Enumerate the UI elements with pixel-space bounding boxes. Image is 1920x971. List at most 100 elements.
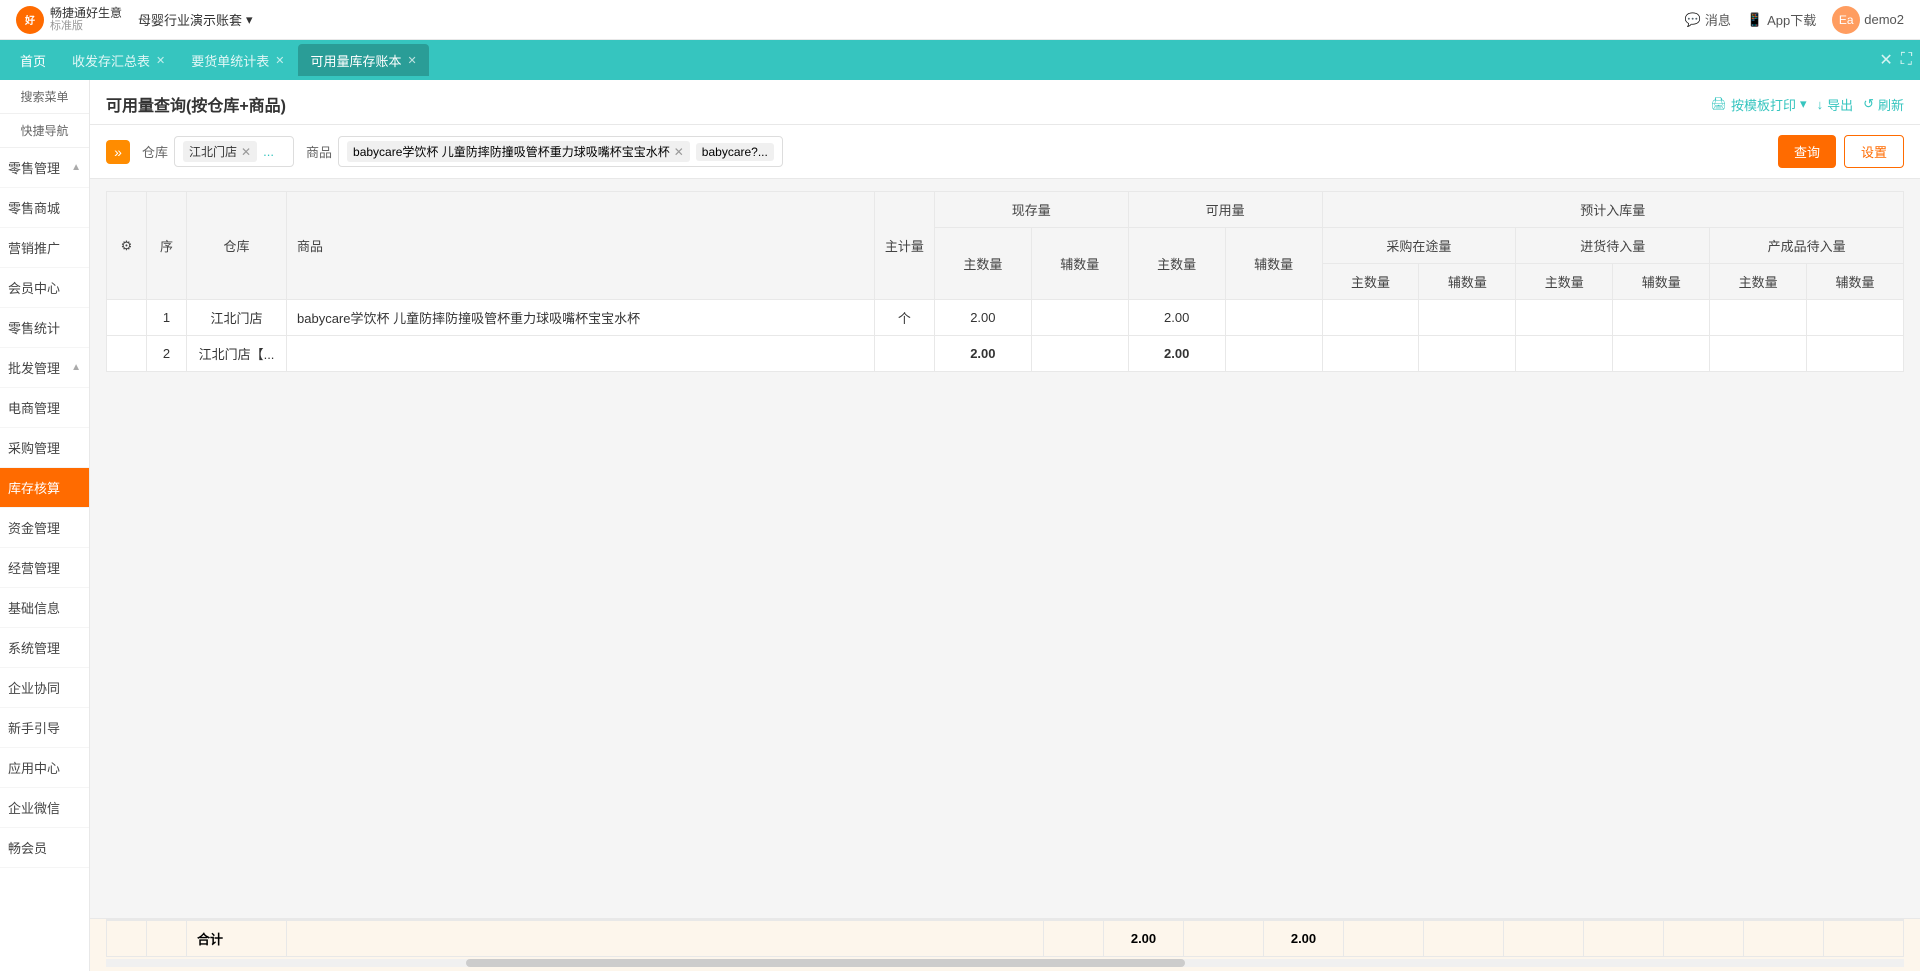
cell-unit: 个 <box>874 300 934 336</box>
horizontal-scrollbar[interactable] <box>106 959 1904 967</box>
cell-pt-main <box>1322 336 1419 372</box>
th-pp-aux: 辅数量 <box>1613 264 1710 300</box>
print-button[interactable]: 🖨 按模板打印 ▾ <box>1711 95 1807 114</box>
cell-avail-main: 2.00 <box>1128 300 1225 336</box>
summary-row: 合计 2.00 2.00 <box>107 920 1904 957</box>
remove-product-tag-1[interactable]: ✕ <box>674 145 684 159</box>
sidebar-item-retail-stats[interactable]: 零售统计 <box>0 308 89 348</box>
filter-expand-button[interactable]: » <box>106 140 130 164</box>
cell-settings <box>107 300 147 336</box>
cell-prod-aux <box>1807 336 1904 372</box>
th-available: 可用量 <box>1128 192 1322 228</box>
export-button[interactable]: ↓ 导出 <box>1817 95 1854 114</box>
close-all-tabs-icon[interactable]: ✕ <box>1879 50 1892 70</box>
messages-button[interactable]: 💬 消息 <box>1685 10 1731 29</box>
cell-prod-main <box>1710 300 1807 336</box>
sidebar-item-enterprise-wechat[interactable]: 企业微信 <box>0 788 89 828</box>
sidebar-item-operations[interactable]: 经营管理 <box>0 548 89 588</box>
maximize-icon[interactable]: ⛶ <box>1901 51 1912 69</box>
th-planned-inbound: 预计入库量 <box>1322 192 1903 228</box>
th-purchase-pending: 进货待入量 <box>1516 228 1710 264</box>
download-icon: 📱 <box>1747 12 1763 28</box>
tab-close-available[interactable]: ✕ <box>408 54 417 67</box>
th-pt-main: 主数量 <box>1322 264 1419 300</box>
sidebar-item-purchase[interactable]: 采购管理 <box>0 428 89 468</box>
sidebar-item-inventory[interactable]: 库存核算 <box>0 468 89 508</box>
tab-home[interactable]: 首页 <box>8 44 58 76</box>
expand-icon: ▲ <box>71 362 81 373</box>
summary-product-empty <box>287 920 1044 957</box>
sidebar-item-retail-shop[interactable]: 零售商城 <box>0 188 89 228</box>
sidebar-item-retail-mgmt[interactable]: 零售管理 ▲ <box>0 148 89 188</box>
summary-prod-main <box>1744 920 1824 957</box>
sidebar-item-wholesale[interactable]: 批发管理 ▲ <box>0 348 89 388</box>
th-settings[interactable]: ⚙ <box>107 192 147 300</box>
table-row: 1 江北门店 babycare学饮杯 儿童防摔防撞吸管杯重力球吸嘴杯宝宝水杯 个… <box>107 300 1904 336</box>
cell-product <box>287 336 875 372</box>
tab-order-stats[interactable]: 要货单统计表 ✕ <box>179 44 296 76</box>
tab-receipt-summary[interactable]: 收发存汇总表 ✕ <box>60 44 177 76</box>
cell-stock-main: 2.00 <box>934 336 1031 372</box>
query-button[interactable]: 查询 <box>1778 135 1836 168</box>
sidebar-item-new-guide[interactable]: 新手引导 <box>0 708 89 748</box>
cell-avail-aux <box>1225 336 1322 372</box>
tab-close-order[interactable]: ✕ <box>275 54 284 67</box>
expand-icon: ▲ <box>71 162 81 173</box>
cell-avail-main: 2.00 <box>1128 336 1225 372</box>
cell-pt-aux <box>1419 300 1516 336</box>
settings-button[interactable]: 设置 <box>1844 135 1904 168</box>
cell-warehouse: 江北门店 <box>187 300 287 336</box>
tab-available-stock[interactable]: 可用量库存账本 ✕ <box>298 44 428 76</box>
table-container: ⚙ 序 仓库 商品 主计量 现存量 可用量 预计入库量 主数量 辅数量 主数量 … <box>90 179 1920 918</box>
filter-actions: 查询 设置 <box>1778 135 1904 168</box>
cell-prod-main <box>1710 336 1807 372</box>
cell-pp-aux <box>1613 300 1710 336</box>
th-no: 序 <box>147 192 187 300</box>
summary-label: 合计 <box>187 920 287 957</box>
sidebar-item-member[interactable]: 会员中心 <box>0 268 89 308</box>
logo-icon: 好 <box>16 6 44 34</box>
sidebar-item-vip[interactable]: 畅会员 <box>0 828 89 868</box>
summary-pt-aux <box>1504 920 1584 957</box>
th-pp-main: 主数量 <box>1516 264 1613 300</box>
refresh-button[interactable]: ↺ 刷新 <box>1863 95 1904 114</box>
summary-pt-main <box>1424 920 1504 957</box>
sidebar-item-basic-info[interactable]: 基础信息 <box>0 588 89 628</box>
bottom-area: 合计 2.00 2.00 <box>90 918 1920 971</box>
warehouse-input[interactable]: 江北门店 ✕ ... <box>174 136 294 167</box>
top-bar-right: 💬 消息 📱 App下载 Ea demo2 <box>1685 6 1904 34</box>
sidebar-item-app-center[interactable]: 应用中心 <box>0 748 89 788</box>
warehouse-filter-group: 仓库 江北门店 ✕ ... <box>142 136 294 167</box>
cell-settings <box>107 336 147 372</box>
product-input[interactable]: babycare学饮杯 儿童防摔防撞吸管杯重力球吸嘴杯宝宝水杯 ✕ babyca… <box>338 136 783 167</box>
cell-product: babycare学饮杯 儿童防摔防撞吸管杯重力球吸嘴杯宝宝水杯 <box>287 300 875 336</box>
sidebar-item-ecommerce[interactable]: 电商管理 <box>0 388 89 428</box>
sidebar-quick-nav[interactable]: 快捷导航 <box>0 114 89 148</box>
page-title: 可用量查询(按仓库+商品) <box>106 92 286 116</box>
sidebar-item-finance[interactable]: 资金管理 <box>0 508 89 548</box>
summary-prod-aux <box>1824 920 1904 957</box>
cell-pp-aux <box>1613 336 1710 372</box>
sidebar-search[interactable]: 搜索菜单 <box>0 80 89 114</box>
th-main-unit: 主计量 <box>874 192 934 300</box>
sidebar-item-enterprise-collab[interactable]: 企业协同 <box>0 668 89 708</box>
app-download-button[interactable]: 📱 App下载 <box>1747 10 1816 29</box>
data-table: ⚙ 序 仓库 商品 主计量 现存量 可用量 预计入库量 主数量 辅数量 主数量 … <box>106 191 1904 372</box>
company-select[interactable]: 母婴行业演示账套 ▾ <box>130 6 261 33</box>
remove-warehouse-tag[interactable]: ✕ <box>241 145 251 159</box>
sidebar-item-marketing[interactable]: 营销推广 <box>0 228 89 268</box>
product-tag-2: babycare?... <box>696 143 774 161</box>
user-profile[interactable]: Ea demo2 <box>1832 6 1904 34</box>
th-avail-main: 主数量 <box>1128 228 1225 300</box>
th-product: 商品 <box>287 192 875 300</box>
table-row: 2 江北门店【... 2.00 2.00 <box>107 336 1904 372</box>
warehouse-more[interactable]: ... <box>263 144 274 159</box>
sidebar-item-system[interactable]: 系统管理 <box>0 628 89 668</box>
tab-close-receipt[interactable]: ✕ <box>156 54 165 67</box>
scrollbar-thumb[interactable] <box>466 959 1185 967</box>
cell-avail-aux <box>1225 300 1322 336</box>
cell-no: 2 <box>147 336 187 372</box>
export-icon: ↓ <box>1817 97 1824 112</box>
print-dropdown-icon: ▾ <box>1800 96 1807 112</box>
page-header: 可用量查询(按仓库+商品) 🖨 按模板打印 ▾ ↓ 导出 ↺ 刷新 <box>90 80 1920 125</box>
